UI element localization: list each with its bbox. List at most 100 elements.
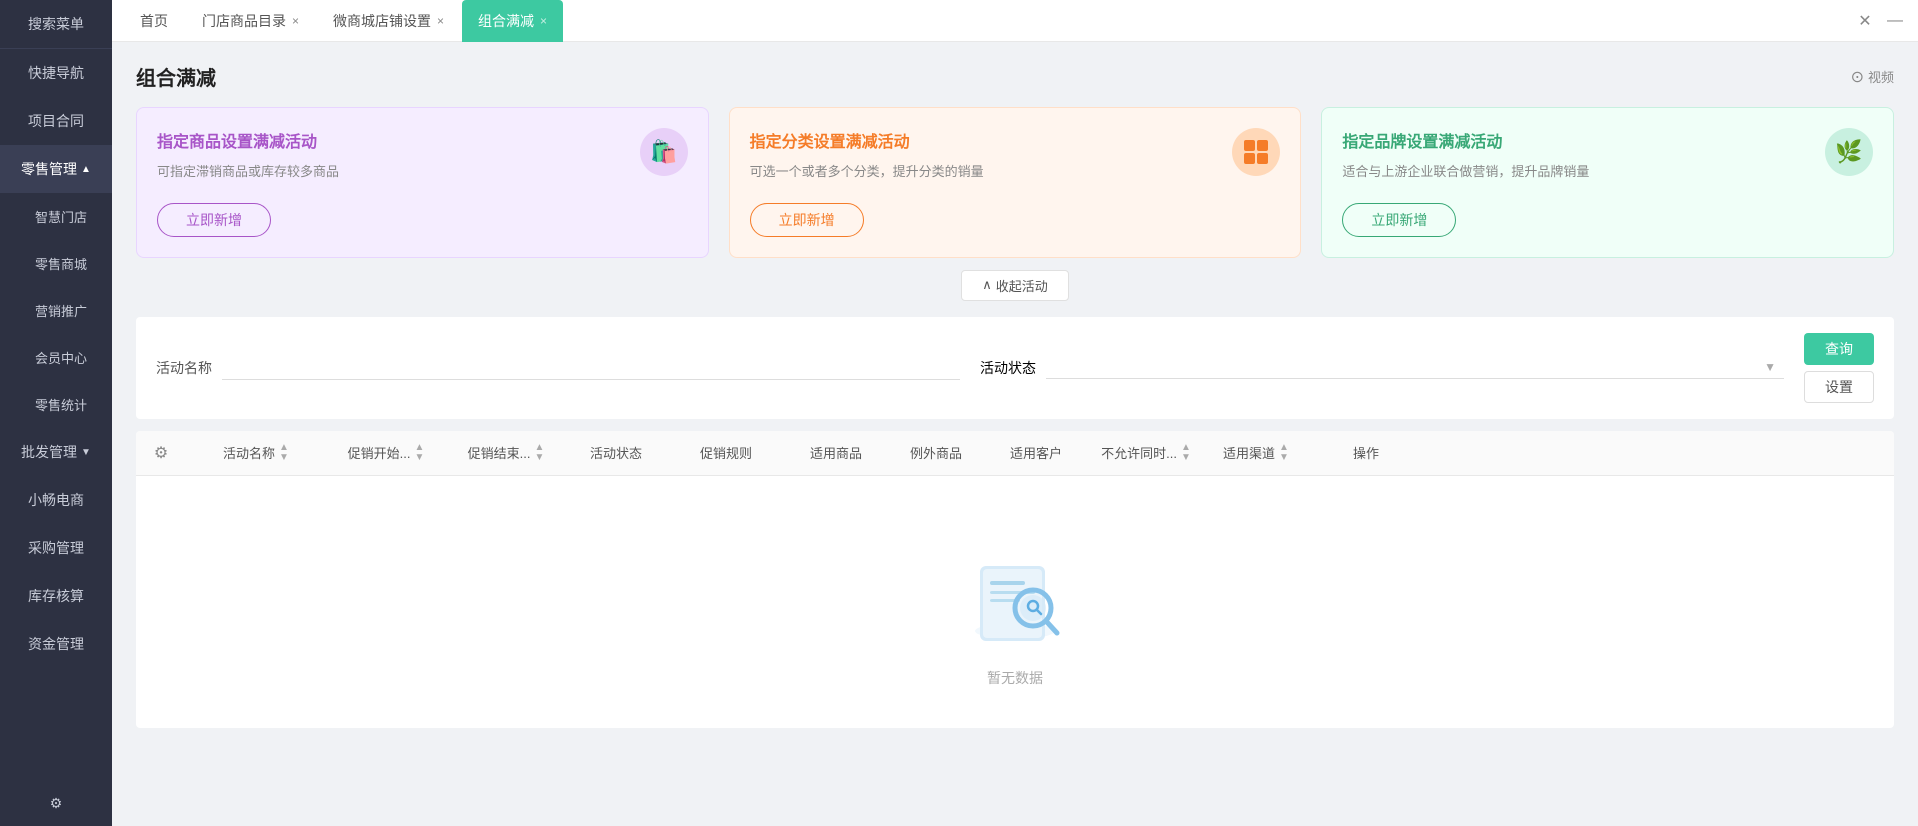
sidebar: 搜索菜单 快捷导航 项目合同 零售管理 ▲ 智慧门店 零售商城 营销推广 会员中…: [0, 0, 112, 826]
sidebar-item-label: 智慧门店: [35, 207, 87, 226]
main-area: 首页 门店商品目录 × 微商城店铺设置 × 组合满减 × ✕ — 组合满减 ⊙ …: [112, 0, 1918, 826]
brand-add-button[interactable]: 立即新增: [1342, 203, 1456, 237]
category-card-title: 指定分类设置满减活动: [750, 128, 1281, 152]
activity-card-brand: 🌿 指定品牌设置满减活动 适合与上游企业联合做营销，提升品牌销量 立即新增: [1321, 107, 1894, 258]
activity-status-field: 活动状态 ▼: [980, 356, 1784, 379]
th-no-concurrent-label: 不允许同时...: [1101, 443, 1177, 462]
tab-controls: ✕ —: [1854, 10, 1906, 32]
category-card-desc: 可选一个或者多个分类，提升分类的销量: [750, 162, 1281, 183]
sidebar-item-smart-store[interactable]: 智慧门店: [0, 193, 112, 240]
sort-icon: ▲▼: [1279, 443, 1289, 463]
chevron-down-icon: ▼: [1764, 360, 1776, 374]
th-name[interactable]: 活动名称 ▲▼: [186, 443, 326, 463]
gear-icon: ⚙: [50, 795, 63, 811]
video-link[interactable]: ⊙ 视频: [1851, 67, 1894, 87]
th-start-label: 促销开始...: [348, 443, 411, 462]
tabbar: 首页 门店商品目录 × 微商城店铺设置 × 组合满减 × ✕ —: [112, 0, 1918, 42]
settings-button[interactable]: 设置: [1804, 371, 1874, 403]
sidebar-item-label: 零售管理: [21, 159, 77, 179]
sort-icon: ▲▼: [534, 443, 544, 463]
sidebar-item-label: 资金管理: [28, 634, 84, 654]
sidebar-item-purchase[interactable]: 采购管理: [0, 524, 112, 572]
minimize-button[interactable]: —: [1884, 10, 1906, 32]
page-title: 组合满减: [136, 62, 216, 91]
tab-home[interactable]: 首页: [124, 0, 184, 42]
th-settings[interactable]: ⚙: [136, 443, 186, 463]
sidebar-item-label: 采购管理: [28, 538, 84, 558]
search-bar: 活动名称 活动状态 ▼ 查询 设置: [136, 317, 1894, 419]
goods-add-button[interactable]: 立即新增: [157, 203, 271, 237]
tab-wechat-store[interactable]: 微商城店铺设置 ×: [317, 0, 460, 42]
th-end-label: 促销结束...: [468, 443, 531, 462]
close-all-button[interactable]: ✕: [1854, 10, 1876, 32]
sidebar-item-retail-mall[interactable]: 零售商城: [0, 240, 112, 287]
tab-label: 门店商品目录: [202, 11, 286, 31]
empty-illustration: [955, 536, 1075, 656]
goods-card-desc: 可指定滞销商品或库存较多商品: [157, 162, 688, 183]
collapse-button[interactable]: ∧ 收起活动: [961, 270, 1069, 301]
sidebar-item-member-center[interactable]: 会员中心: [0, 334, 112, 381]
sidebar-item-label: 项目合同: [28, 111, 84, 131]
sort-icon: ▲▼: [1181, 443, 1191, 463]
sidebar-settings[interactable]: ⚙: [0, 781, 112, 826]
th-no-concurrent[interactable]: 不允许同时... ▲▼: [1086, 443, 1206, 463]
gear-icon: ⚙: [154, 443, 168, 463]
sidebar-item-retail-management[interactable]: 零售管理 ▲: [0, 145, 112, 193]
tab-close-icon[interactable]: ×: [540, 14, 547, 28]
sidebar-search[interactable]: 搜索菜单: [0, 0, 112, 49]
query-button[interactable]: 查询: [1804, 333, 1874, 365]
activity-name-input[interactable]: [222, 355, 960, 380]
activity-card-goods: 🛍️ 指定商品设置满减活动 可指定滞销商品或库存较多商品 立即新增: [136, 107, 709, 258]
sort-icon: ▲▼: [414, 443, 424, 463]
tab-close-icon[interactable]: ×: [437, 14, 444, 28]
tab-label: 微商城店铺设置: [333, 11, 431, 31]
search-actions: 查询 设置: [1804, 333, 1874, 403]
activity-cards: 🛍️ 指定商品设置满减活动 可指定滞销商品或库存较多商品 立即新增 指定分类设置…: [136, 107, 1894, 258]
chevron-up-icon: ∧: [982, 277, 992, 293]
sidebar-item-xiaochangEC[interactable]: 小畅电商: [0, 476, 112, 524]
empty-text: 暂无数据: [987, 668, 1043, 688]
th-channel[interactable]: 适用渠道 ▲▼: [1206, 443, 1306, 463]
page-content: 组合满减 ⊙ 视频 🛍️ 指定商品设置满减活动 可指定滞销商品或库存较多商品 立…: [112, 42, 1918, 826]
goods-card-title: 指定商品设置满减活动: [157, 128, 688, 152]
sidebar-item-retail-stats[interactable]: 零售统计: [0, 381, 112, 428]
sidebar-item-wholesale[interactable]: 批发管理 ▼: [0, 428, 112, 476]
activity-name-field: 活动名称: [156, 355, 960, 380]
chevron-down-icon: ▼: [81, 447, 91, 458]
th-end[interactable]: 促销结束... ▲▼: [446, 443, 566, 463]
th-exception-label: 例外商品: [910, 443, 962, 462]
sidebar-item-label: 营销推广: [35, 301, 87, 320]
activity-card-category: 指定分类设置满减活动 可选一个或者多个分类，提升分类的销量 立即新增: [729, 107, 1302, 258]
th-customer-label: 适用客户: [1010, 443, 1062, 462]
play-circle-icon: ⊙: [1851, 67, 1864, 87]
sidebar-item-inventory[interactable]: 库存核算: [0, 572, 112, 620]
activity-status-select[interactable]: ▼: [1046, 356, 1784, 379]
brand-card-title: 指定品牌设置满减活动: [1342, 128, 1873, 152]
th-start[interactable]: 促销开始... ▲▼: [326, 443, 446, 463]
sidebar-item-marketing[interactable]: 营销推广: [0, 287, 112, 334]
th-name-label: 活动名称: [223, 443, 275, 462]
sidebar-item-project-contract[interactable]: 项目合同: [0, 97, 112, 145]
sidebar-item-quick-nav[interactable]: 快捷导航: [0, 49, 112, 97]
th-channel-label: 适用渠道: [1223, 443, 1275, 462]
tab-combo-discount[interactable]: 组合满减 ×: [462, 0, 563, 42]
goods-card-icon: 🛍️: [640, 128, 688, 176]
category-add-button[interactable]: 立即新增: [750, 203, 864, 237]
tab-label: 组合满减: [478, 11, 534, 31]
video-label: 视频: [1868, 67, 1894, 86]
sidebar-item-label: 零售统计: [35, 395, 87, 414]
tab-close-icon[interactable]: ×: [292, 14, 299, 28]
brand-card-desc: 适合与上游企业联合做营销，提升品牌销量: [1342, 162, 1873, 183]
activity-name-label: 活动名称: [156, 358, 212, 378]
category-card-icon: [1232, 128, 1280, 176]
sort-icon: ▲▼: [279, 443, 289, 463]
sidebar-item-label: 小畅电商: [28, 490, 84, 510]
collapse-label: 收起活动: [996, 276, 1048, 295]
th-exception: 例外商品: [886, 443, 986, 463]
th-goods-label: 适用商品: [810, 443, 862, 462]
tab-store-catalog[interactable]: 门店商品目录 ×: [186, 0, 315, 42]
th-rule: 促销规则: [666, 443, 786, 463]
sidebar-item-finance[interactable]: 资金管理: [0, 620, 112, 668]
collapse-bar: ∧ 收起活动: [136, 270, 1894, 301]
th-action-label: 操作: [1353, 443, 1379, 462]
